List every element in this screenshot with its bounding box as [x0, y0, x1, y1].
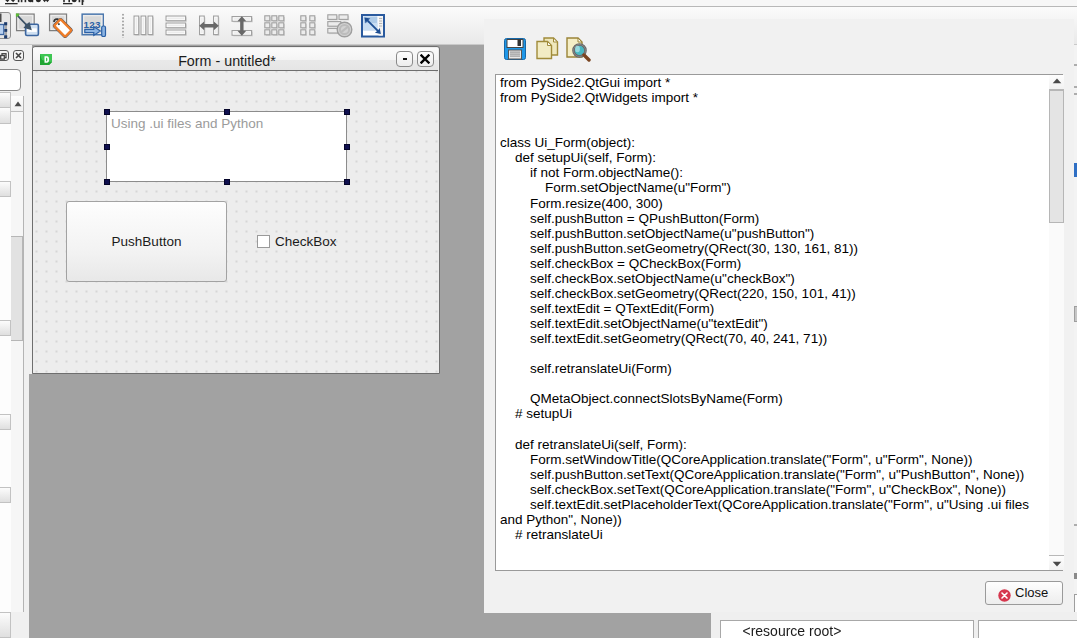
svg-text:123: 123 [84, 19, 101, 30]
